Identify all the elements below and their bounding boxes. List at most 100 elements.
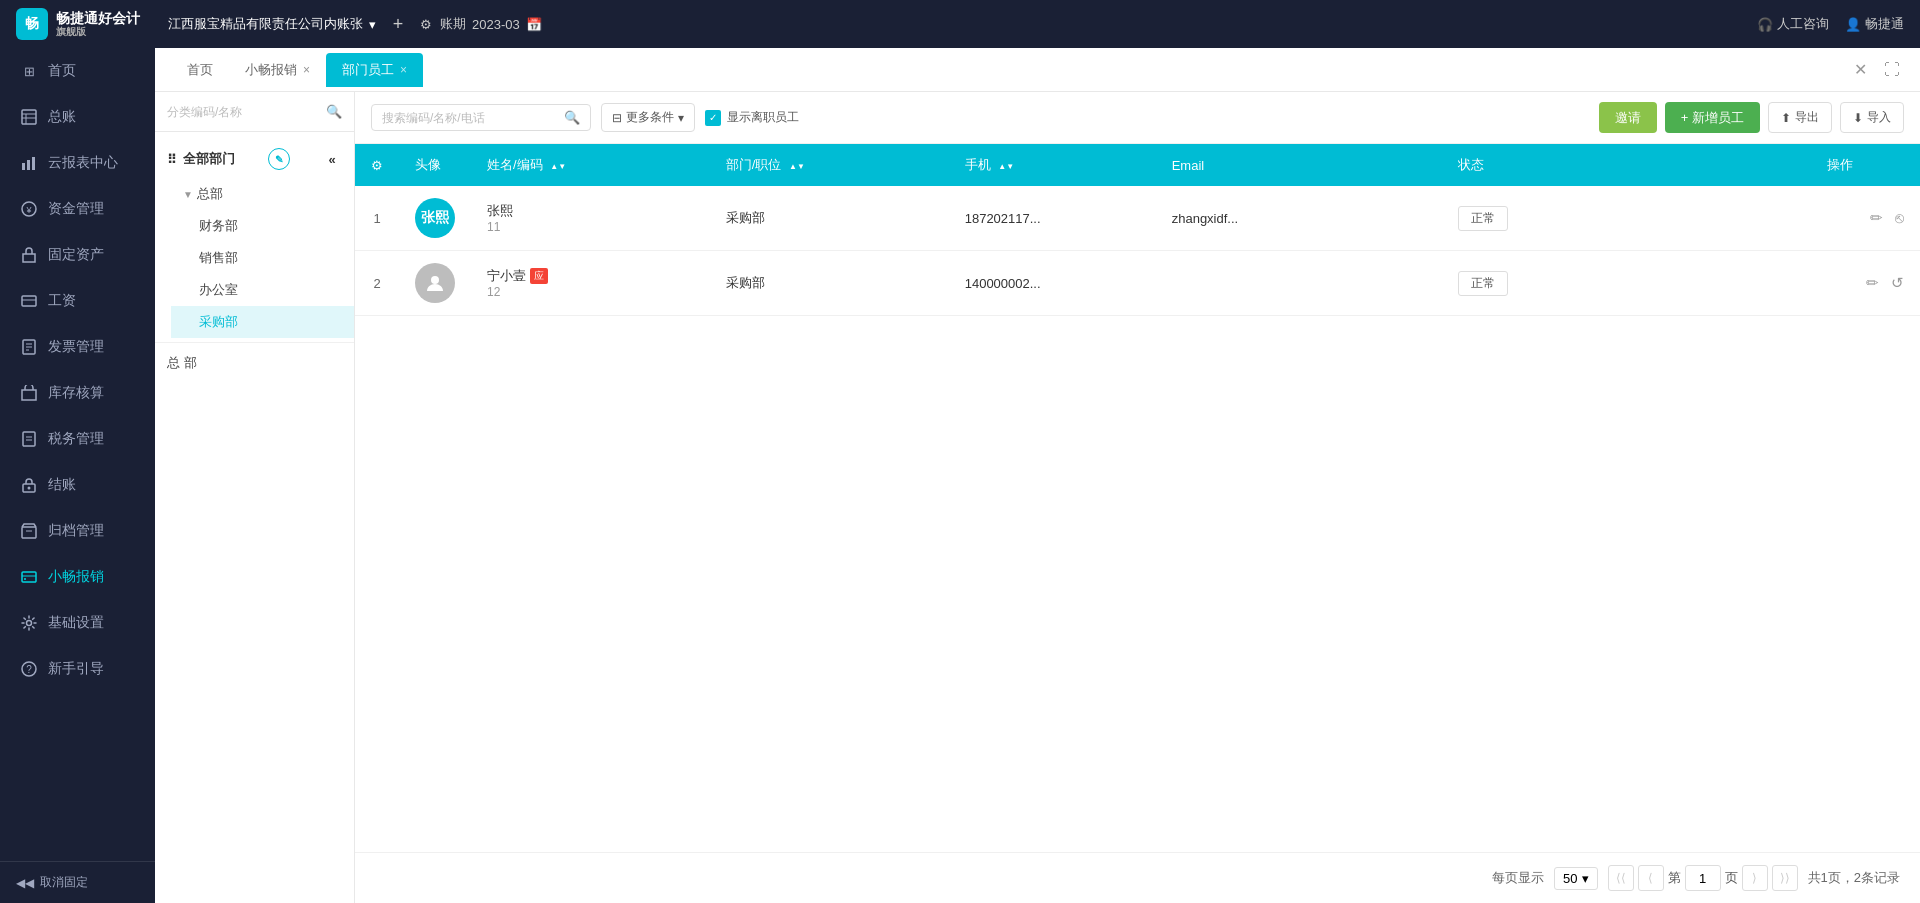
dept-node-office[interactable]: 办公室 <box>171 274 354 306</box>
page-number-input[interactable] <box>1685 865 1721 891</box>
th-actions: 操作 <box>1761 144 1920 186</box>
sidebar-item-tax[interactable]: 税务管理 <box>0 416 155 462</box>
home-icon: ⊞ <box>20 62 38 80</box>
page-last-button[interactable]: ⟩⟩ <box>1772 865 1798 891</box>
sidebar-item-settings[interactable]: 基础设置 <box>0 600 155 646</box>
th-settings[interactable]: ⚙ <box>355 144 399 186</box>
tab-close-expense[interactable]: × <box>303 63 310 77</box>
page-content: 🔍 ⠿ 全部部门 ✎ « ▼ 总部 <box>155 92 1920 903</box>
add-employee-button[interactable]: + 新增员工 <box>1665 102 1760 133</box>
dept-edit-button[interactable]: ✎ <box>268 148 290 170</box>
sort-phone-icon: ▲▼ <box>998 163 1014 171</box>
per-page-chevron-icon: ▾ <box>1582 871 1589 886</box>
grid-icon: ⠿ <box>167 152 177 167</box>
page-current-display: 第 页 <box>1668 865 1738 891</box>
dept-collapse-button[interactable]: « <box>322 149 342 169</box>
svg-rect-6 <box>32 157 35 170</box>
action-icons: ✏↺ <box>1777 274 1904 292</box>
sidebar-item-assets[interactable]: 固定资产 <box>0 232 155 278</box>
export-button[interactable]: ⬆ 导出 <box>1768 102 1832 133</box>
sidebar-item-home[interactable]: ⊞ 首页 <box>0 48 155 94</box>
th-name[interactable]: 姓名/编码 ▲▼ <box>471 144 710 186</box>
checkbox-icon: ✓ <box>705 110 721 126</box>
avatar: 张熙 <box>415 198 455 238</box>
per-page-select[interactable]: 50 ▾ <box>1554 867 1597 890</box>
sidebar-item-funds[interactable]: ¥ 资金管理 <box>0 186 155 232</box>
invite-button[interactable]: 邀请 <box>1599 102 1657 133</box>
page-next-button[interactable]: ⟩ <box>1742 865 1768 891</box>
expense-icon <box>20 568 38 586</box>
page-prev-button[interactable]: ⟨ <box>1638 865 1664 891</box>
th-dept[interactable]: 部门/职位 ▲▼ <box>710 144 949 186</box>
dept-all-item[interactable]: ⠿ 全部部门 ✎ « <box>155 140 354 178</box>
action-icons: ✏⎋ <box>1777 209 1904 227</box>
import-button[interactable]: ⬇ 导入 <box>1840 102 1904 133</box>
filter-button[interactable]: ⊟ 更多条件 ▾ <box>601 103 695 132</box>
svg-point-30 <box>431 276 439 284</box>
app-logo: 畅 畅捷通好会计 旗舰版 <box>16 8 140 40</box>
tab-expense[interactable]: 小畅报销 × <box>229 53 326 87</box>
th-phone[interactable]: 手机 ▲▼ <box>949 144 1156 186</box>
row-avatar-cell <box>399 251 471 316</box>
delete-icon[interactable]: ↺ <box>1891 274 1904 292</box>
sidebar-item-reports[interactable]: 云报表中心 <box>0 140 155 186</box>
sidebar-item-close[interactable]: 结账 <box>0 462 155 508</box>
close-window-button[interactable]: ✕ <box>1848 58 1872 82</box>
sidebar-item-ledger[interactable]: 总账 <box>0 94 155 140</box>
tab-home[interactable]: 首页 <box>171 53 229 87</box>
row-name-cell: 张熙11 <box>471 186 710 251</box>
show-resigned-checkbox[interactable]: ✓ 显示离职员工 <box>705 109 799 126</box>
dept-node-purchase[interactable]: 采购部 <box>171 306 354 338</box>
sidebar-item-invoice[interactable]: 发票管理 <box>0 324 155 370</box>
row-num: 2 <box>355 251 399 316</box>
dept-node-finance[interactable]: 财务部 <box>171 210 354 242</box>
sidebar-item-salary[interactable]: 工资 <box>0 278 155 324</box>
dept-search-input[interactable] <box>167 105 320 119</box>
dept-node-hq[interactable]: ▼ 总部 <box>171 178 354 210</box>
search-icon[interactable]: 🔍 <box>564 110 580 125</box>
add-tab-button[interactable]: + <box>384 10 412 38</box>
dept-node-zongbu[interactable]: 总 部 <box>155 347 354 379</box>
sidebar-item-inventory[interactable]: 库存核算 <box>0 370 155 416</box>
maximize-window-button[interactable]: ⛶ <box>1880 58 1904 82</box>
svg-rect-16 <box>22 390 36 400</box>
headset-icon: 🎧 <box>1757 17 1773 32</box>
dept-panel: 🔍 ⠿ 全部部门 ✎ « ▼ 总部 <box>155 92 355 903</box>
svg-point-27 <box>27 621 32 626</box>
edit-icon[interactable]: ✏ <box>1866 274 1879 292</box>
sidebar-item-guide[interactable]: ? 新手引导 <box>0 646 155 692</box>
employee-code: 11 <box>487 220 694 234</box>
row-email-cell <box>1156 251 1443 316</box>
support-button[interactable]: 🎧 人工咨询 <box>1757 15 1829 33</box>
filter-icon: ⊟ <box>612 111 622 125</box>
tab-close-dept-employee[interactable]: × <box>400 63 407 77</box>
sidebar-bottom: ◀◀ 取消固定 <box>0 861 155 903</box>
employee-search-input[interactable] <box>382 111 558 125</box>
export-icon: ⬆ <box>1781 111 1791 125</box>
user-button[interactable]: 👤 畅捷通 <box>1845 15 1904 33</box>
user-icon: 👤 <box>1845 17 1861 32</box>
company-selector[interactable]: 江西服宝精品有限责任公司内账张 ▾ <box>160 11 384 37</box>
logout-icon[interactable]: ⎋ <box>1895 209 1904 227</box>
sidebar-label-home: 首页 <box>48 62 76 80</box>
edit-icon[interactable]: ✏ <box>1870 209 1883 227</box>
unfix-button[interactable]: ◀◀ 取消固定 <box>16 874 139 891</box>
tax-icon <box>20 430 38 448</box>
dept-search-icon[interactable]: 🔍 <box>326 104 342 119</box>
tab-bar: 首页 小畅报销 × 部门员工 × ✕ ⛶ <box>155 48 1920 92</box>
calendar-icon[interactable]: 📅 <box>526 17 542 32</box>
svg-text:?: ? <box>26 664 32 675</box>
row-phone-cell: 187202117... <box>949 186 1156 251</box>
sidebar-item-expense[interactable]: 小畅报销 <box>0 554 155 600</box>
employee-name: 宁小壹 应 <box>487 267 694 285</box>
row-dept-cell: 采购部 <box>710 251 949 316</box>
settings-icon[interactable]: ⚙ <box>412 10 440 38</box>
page-first-button[interactable]: ⟨⟨ <box>1608 865 1634 891</box>
svg-rect-24 <box>22 572 36 582</box>
name-badge-wrap: 宁小壹 应 <box>487 267 548 285</box>
dept-node-sales[interactable]: 销售部 <box>171 242 354 274</box>
tab-dept-employee[interactable]: 部门员工 × <box>326 53 423 87</box>
employee-name: 张熙 <box>487 202 694 220</box>
sidebar-item-archive[interactable]: 归档管理 <box>0 508 155 554</box>
row-dept-cell: 采购部 <box>710 186 949 251</box>
